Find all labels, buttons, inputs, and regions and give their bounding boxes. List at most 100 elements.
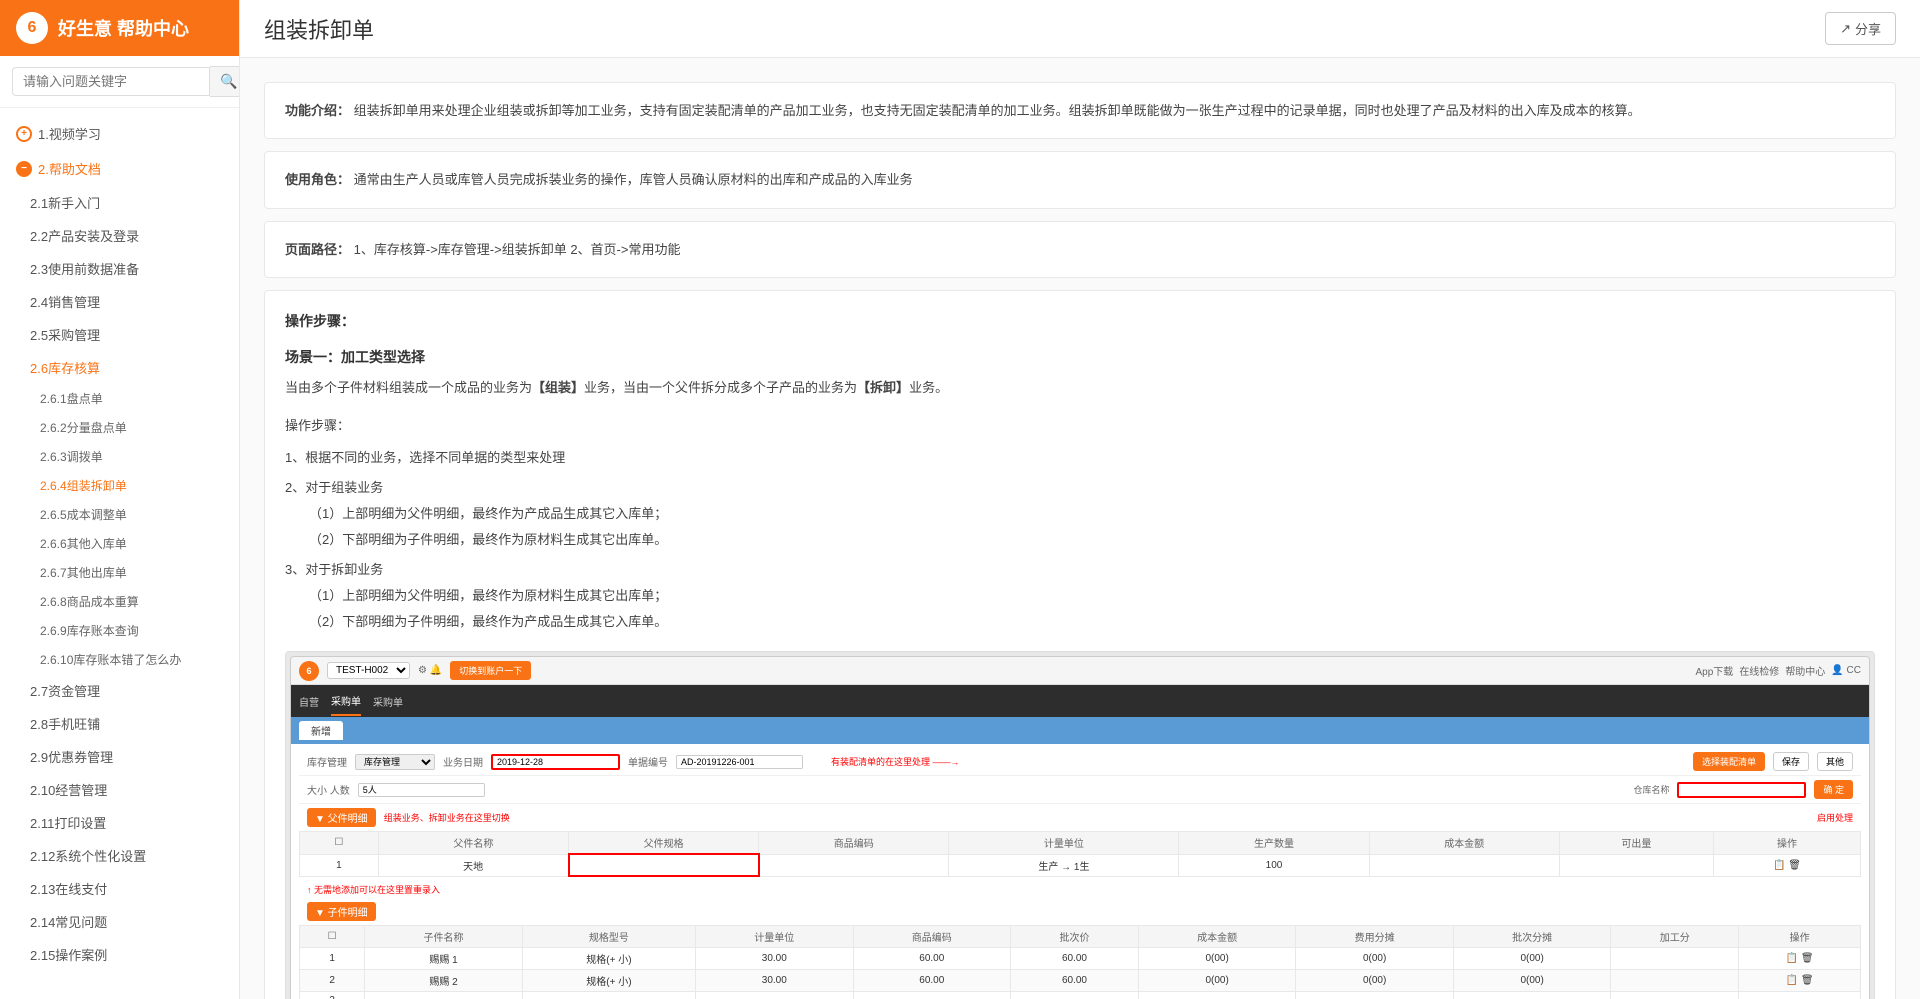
ops-steps-label: 操作步骤： — [285, 413, 1875, 439]
table-row: 3 — [300, 992, 1861, 999]
sidebar-item-263[interactable]: 2.6.3调拨单 — [0, 442, 239, 471]
sim-count-input[interactable] — [358, 783, 485, 797]
sidebar-header: 6 好生意 帮助中心 — [0, 0, 239, 56]
sim-icons: ⚙ 🔔 — [418, 665, 442, 676]
sidebar-nav: + 1.视频学习 − 2.帮助文档 2.1新手入门 2.2产品安装及登录 2.3… — [0, 108, 239, 999]
sidebar-item-21[interactable]: 2.1新手入门 — [0, 186, 239, 219]
scene1-title: 场景一：加工类型选择 — [285, 347, 1875, 367]
step3-2: （2）下部明细为子件明细，最终作为产成品生成其它入库单。 — [285, 609, 1875, 635]
scene1-desc: 当由多个子件材料组装成一个成品的业务为【组装】业务，当由一个父件拆分成多个子产品… — [285, 375, 1875, 401]
sidebar-item-27[interactable]: 2.7资金管理 — [0, 674, 239, 707]
sidebar-item-24[interactable]: 2.4销售管理 — [0, 285, 239, 318]
sidebar-item-267[interactable]: 2.6.7其他出库单 — [0, 558, 239, 587]
share-button[interactable]: ↗ 分享 — [1825, 12, 1896, 45]
sim-topbar-right: App下载 在线检修 帮助中心 👤 CC — [1696, 663, 1861, 678]
sim-orderno-input[interactable] — [676, 755, 803, 769]
ops-title: 操作步骤： — [285, 311, 1875, 331]
sidebar-item-videos[interactable]: + 1.视频学习 — [0, 116, 239, 151]
sim-input-cell[interactable] — [569, 854, 759, 876]
sim-count-label: 大小 人数 — [307, 782, 350, 797]
role-label: 使用角色： — [285, 172, 350, 187]
sidebar-item-26[interactable]: 2.6库存核算 — [0, 351, 239, 384]
sidebar-item-266[interactable]: 2.6.6其他入库单 — [0, 529, 239, 558]
sim-nav-purchase2[interactable]: 采购单 — [373, 688, 403, 715]
sim-company-select[interactable]: TEST-H002 — [327, 662, 410, 679]
sim-col-unit: 计量单位 — [949, 832, 1179, 855]
search-input[interactable] — [12, 67, 210, 96]
sidebar-item-28[interactable]: 2.8手机旺铺 — [0, 707, 239, 740]
intro-text: 组装拆卸单用来处理企业组装或拆卸等加工业务，支持有固定装配清单的产品加工业务，也… — [354, 103, 1641, 118]
sim-col-avail: 可出量 — [1559, 832, 1713, 855]
page-title: 组装拆卸单 — [264, 13, 374, 45]
sim-col-actions: 操作 — [1714, 832, 1861, 855]
sidebar-item-docs[interactable]: − 2.帮助文档 — [0, 151, 239, 186]
table-row: 1 赐赐 1 规格(+ 小) 30.00 60.00 60.00 0(00) 0… — [300, 948, 1861, 970]
sim-confirm-btn[interactable]: 确 定 — [1814, 780, 1853, 799]
sidebar-item-2610[interactable]: 2.6.10库存账本错了怎么办 — [0, 645, 239, 674]
sidebar-item-23[interactable]: 2.3使用前数据准备 — [0, 252, 239, 285]
main-area: 组装拆卸单 ↗ 分享 功能介绍： 组装拆卸单用来处理企业组装或拆卸等加工业务，支… — [240, 0, 1920, 999]
expand-icon: + — [16, 126, 32, 142]
sidebar-item-268[interactable]: 2.6.8商品成本重算 — [0, 587, 239, 616]
sidebar-item-265[interactable]: 2.6.5成本调整单 — [0, 500, 239, 529]
sim-lower-section: ▼ 子件明细 — [299, 898, 1861, 925]
intro-card: 功能介绍： 组装拆卸单用来处理企业组装或拆卸等加工业务，支持有固定装配清单的产品… — [264, 82, 1896, 139]
main-content: 功能介绍： 组装拆卸单用来处理企业组装或拆卸等加工业务，支持有固定装配清单的产品… — [240, 58, 1920, 999]
sim-type-select[interactable]: 库存管理 — [355, 754, 435, 770]
sim-upper-table: ☐ 父件名称 父件规格 商品编码 计量单位 生产数量 成本金额 可出量 操作 — [299, 831, 1861, 877]
sidebar-item-25[interactable]: 2.5采购管理 — [0, 318, 239, 351]
sidebar-item-261[interactable]: 2.6.1盘点单 — [0, 384, 239, 413]
sidebar-item-215[interactable]: 2.15操作案例 — [0, 938, 239, 971]
sim-warehouse-input[interactable] — [1677, 782, 1806, 798]
sim-col-cost: 成本金额 — [1369, 832, 1559, 855]
role-text: 通常由生产人员或库管人员完成拆装业务的操作，库管人员确认原材料的出库和产成品的入… — [354, 172, 913, 187]
step3: 3、对于拆卸业务 — [285, 557, 1875, 583]
sim-annotation2: 组装业务、拆卸业务在这里切换 — [384, 811, 510, 824]
step1: 1、根据不同的业务，选择不同单据的类型来处理 — [285, 445, 1875, 471]
sim-orderno-label: 单据编号 — [628, 754, 668, 769]
sidebar-item-214[interactable]: 2.14常见问题 — [0, 905, 239, 938]
path-text: 1、库存核算->库存管理->组装拆卸单 2、首页->常用功能 — [354, 242, 681, 257]
nav-section-videos: + 1.视频学习 — [0, 116, 239, 151]
sim-action-btn2[interactable]: 其他 — [1817, 752, 1853, 771]
sim-switch-btn[interactable]: 切换到账户一下 — [450, 661, 531, 680]
sim-form-row1: 库存管理 库存管理 业务日期 单据编号 有装配清单的在这里处理 ——→ 选择装配… — [299, 748, 1861, 776]
sim-action-btn[interactable]: 保存 — [1773, 752, 1809, 771]
sim-col-code: 商品编码 — [759, 832, 949, 855]
sidebar-item-211[interactable]: 2.11打印设置 — [0, 806, 239, 839]
sidebar-item-22[interactable]: 2.2产品安装及登录 — [0, 219, 239, 252]
sidebar-item-213[interactable]: 2.13在线支付 — [0, 872, 239, 905]
logo-icon: 6 — [16, 12, 48, 44]
sim-logo: 6 — [299, 661, 319, 681]
collapse-icon: − — [16, 161, 32, 177]
sim-col-spec: 父件规格 — [569, 832, 759, 855]
sim-form-area: 库存管理 库存管理 业务日期 单据编号 有装配清单的在这里处理 ——→ 选择装配… — [291, 744, 1869, 999]
sidebar-item-269[interactable]: 2.6.9库存账本查询 — [0, 616, 239, 645]
search-button[interactable]: 🔍 — [210, 66, 240, 97]
sidebar: 6 好生意 帮助中心 🔍 + 1.视频学习 − 2.帮助文档 2.1新手入门 2… — [0, 0, 240, 999]
sidebar-item-29[interactable]: 2.9优惠券管理 — [0, 740, 239, 773]
sim-date-input[interactable] — [491, 754, 620, 770]
sim-nav-purchase[interactable]: 采购单 — [331, 687, 361, 716]
sim-tab-new[interactable]: 新增 — [299, 721, 343, 740]
sidebar-item-212[interactable]: 2.12系统个性化设置 — [0, 839, 239, 872]
share-icon: ↗ — [1840, 21, 1851, 37]
path-label: 页面路径： — [285, 242, 350, 257]
sim-annotation4: ↑ 无需地添加可以在这里置重录入 — [299, 881, 1861, 898]
sim-toggle-btn[interactable]: ▼ 父件明细 — [307, 808, 376, 827]
sim-app-download: App下载 — [1696, 663, 1734, 678]
sim-lower-toggle[interactable]: ▼ 子件明细 — [307, 902, 376, 921]
sidebar-item-264[interactable]: 2.6.4组装拆卸单 — [0, 471, 239, 500]
sim-avatar: 👤 CC — [1831, 665, 1861, 676]
table-row: 2 赐赐 2 规格(+ 小) 30.00 60.00 60.00 0(00) 0… — [300, 970, 1861, 992]
sim-tab-bar: 新增 — [291, 717, 1869, 744]
sidebar-item-262[interactable]: 2.6.2分量盘点单 — [0, 413, 239, 442]
sim-topbar: 6 TEST-H002 ⚙ 🔔 切换到账户一下 App下载 在线检修 帮助中心 … — [291, 657, 1869, 685]
sim-col-qty: 生产数量 — [1179, 832, 1369, 855]
step2-1: （1）上部明细为父件明细，最终作为产成品生成其它入库单； — [285, 501, 1875, 527]
sidebar-item-210[interactable]: 2.10经营管理 — [0, 773, 239, 806]
sim-warehouse-label: 仓库名称 — [1633, 783, 1669, 796]
sim-select-bom-btn[interactable]: 选择装配清单 — [1693, 752, 1765, 771]
sim-nav-own[interactable]: 自营 — [299, 688, 319, 715]
sim-type-label: 库存管理 — [307, 754, 347, 769]
